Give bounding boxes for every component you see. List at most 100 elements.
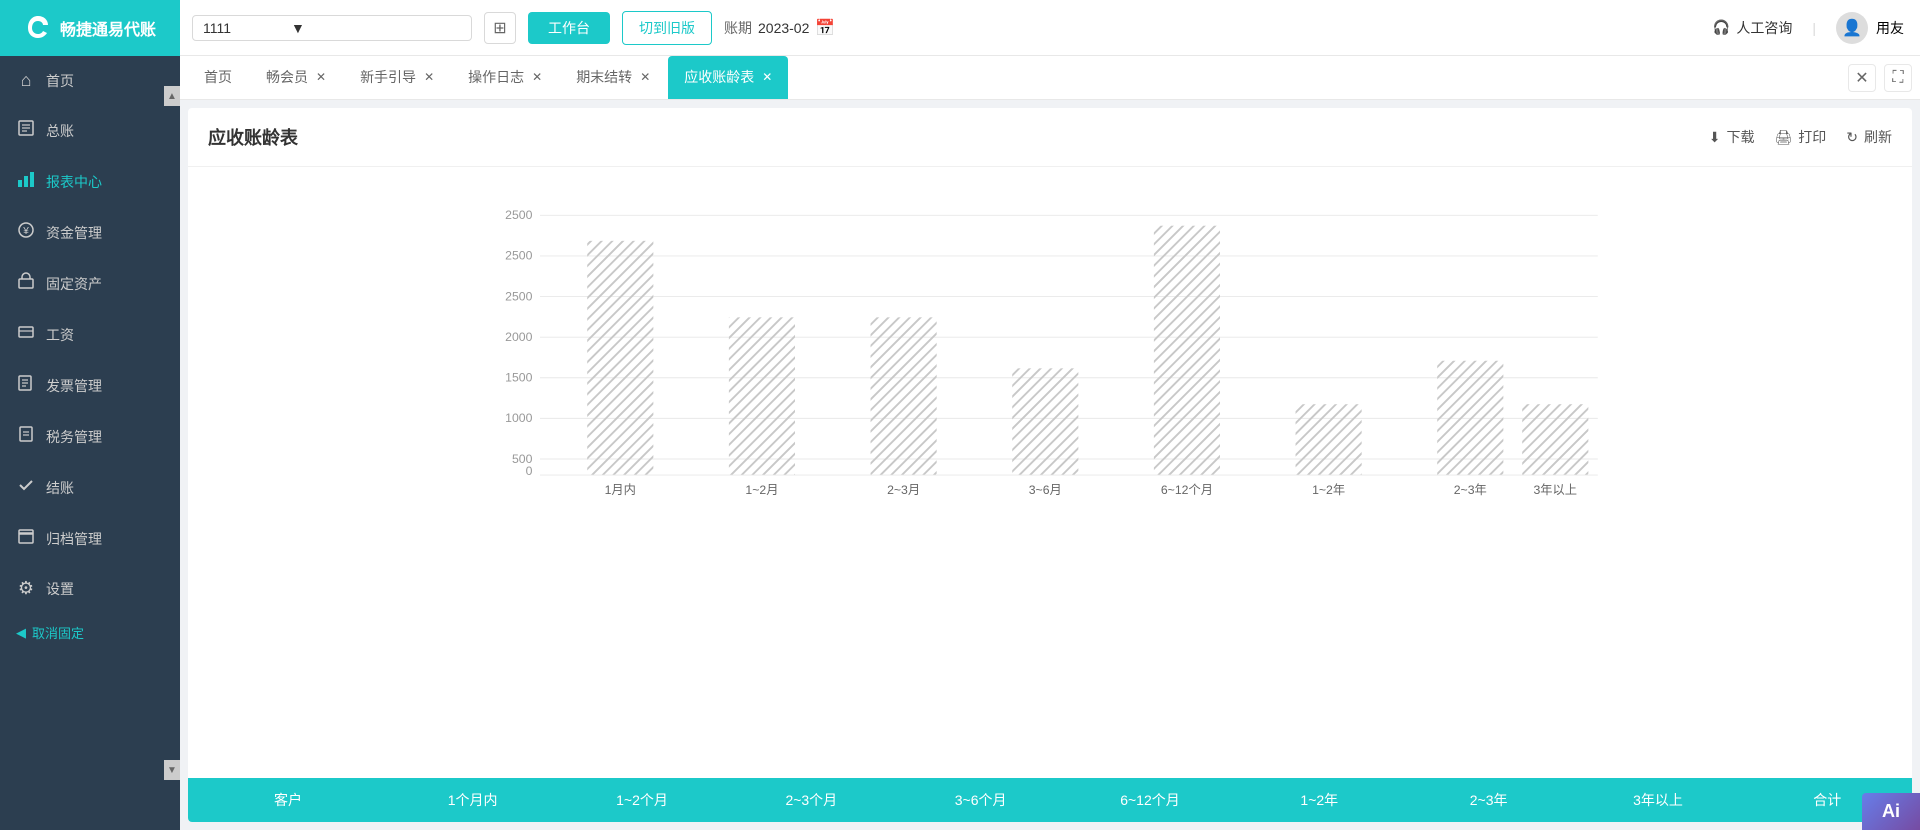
dropdown-arrow-icon: ▼: [291, 20, 305, 36]
sidebar-label-checkout: 结账: [46, 478, 148, 498]
tab-close-button[interactable]: ✕: [1848, 64, 1876, 92]
tab-guide-label: 新手引导: [360, 67, 416, 87]
salary-icon: [16, 323, 36, 346]
ledger-icon: [16, 119, 36, 142]
company-selector[interactable]: 1111 ▼: [192, 15, 472, 41]
svg-text:1~2年: 1~2年: [1312, 483, 1345, 497]
sidebar-item-assets[interactable]: 固定资产: [0, 258, 180, 309]
refresh-icon: ↻: [1846, 129, 1858, 146]
download-button[interactable]: ⬇ 下载: [1709, 127, 1755, 147]
ai-badge-label: Ai: [1882, 801, 1900, 821]
invoice-icon: [16, 374, 36, 397]
tab-home-label: 首页: [204, 67, 232, 87]
calendar-icon[interactable]: 📅: [815, 18, 835, 38]
sidebar-item-finance[interactable]: ¥ 资金管理: [0, 207, 180, 258]
cancel-fixed-button[interactable]: ◀ 取消固定: [0, 613, 180, 652]
sidebar-item-settings[interactable]: ⚙ 设置: [0, 564, 180, 613]
archive-icon: [16, 527, 36, 550]
tab-home[interactable]: 首页: [188, 56, 248, 99]
tab-period-end[interactable]: 期末结转 ✕: [560, 56, 666, 99]
tab-oplog[interactable]: 操作日志 ✕: [452, 56, 558, 99]
table-col-3y: 3年以上: [1573, 790, 1742, 810]
svg-text:3~6月: 3~6月: [1029, 483, 1062, 497]
tab-member[interactable]: 畅会员 ✕: [250, 56, 342, 99]
tab-oplog-close[interactable]: ✕: [532, 71, 542, 83]
svg-text:2500: 2500: [505, 249, 532, 263]
svg-text:2~3月: 2~3月: [887, 483, 920, 497]
tabs-actions: ✕ ⛶: [1848, 56, 1912, 99]
sidebar-scroll-up[interactable]: ▲: [164, 86, 180, 106]
refresh-button[interactable]: ↻ 刷新: [1846, 127, 1892, 147]
logo-text: 畅捷通易代账: [60, 16, 156, 40]
sidebar-scroll-down[interactable]: ▼: [164, 760, 180, 780]
sidebar-item-report[interactable]: 报表中心: [0, 156, 180, 207]
settings-icon: ⚙: [16, 578, 36, 599]
copy-button[interactable]: ⊞: [484, 12, 516, 44]
sidebar-item-tax[interactable]: 税务管理: [0, 411, 180, 462]
period-info: 账期 2023-02 📅: [724, 18, 835, 38]
sidebar-item-ledger[interactable]: 总账: [0, 105, 180, 156]
tab-member-label: 畅会员: [266, 67, 308, 87]
switch-old-button[interactable]: 切到旧版: [622, 11, 712, 45]
bar-chart: 2500 2500 2500 2000 1500 1000 500 0: [208, 187, 1892, 527]
headset-icon: 🎧: [1713, 19, 1730, 36]
sidebar-label-home: 首页: [46, 71, 148, 91]
consultation-button[interactable]: 🎧 人工咨询: [1713, 18, 1792, 38]
bar-1月内: [587, 241, 653, 475]
tab-aging-close[interactable]: ✕: [762, 71, 772, 83]
table-col-customer: 客户: [188, 790, 388, 810]
ai-badge[interactable]: Ai: [1862, 793, 1920, 830]
table-header: 客户 1个月内 1~2个月 2~3个月 3~6个月 6~12个月 1~2年 2~…: [188, 778, 1912, 822]
pin-icon: ◀: [16, 625, 26, 641]
tax-icon: [16, 425, 36, 448]
consultation-label: 人工咨询: [1736, 18, 1792, 38]
checkout-icon: [16, 476, 36, 499]
bar-2~3年: [1437, 361, 1503, 475]
download-icon: ⬇: [1709, 129, 1721, 146]
svg-text:2500: 2500: [505, 289, 532, 303]
top-header: 畅捷通易代账 1111 ▼ ⊞ 工作台 切到旧版 账期 2023-02 📅 🎧 …: [0, 0, 1920, 56]
svg-text:0: 0: [526, 464, 533, 478]
tab-member-close[interactable]: ✕: [316, 71, 326, 83]
cancel-fixed-label: 取消固定: [32, 623, 84, 642]
sidebar: ▲ ⌂ 首页 总账 报表中心 ¥ 资金管理 固定资产: [0, 56, 180, 830]
logo-icon: [24, 14, 52, 42]
sidebar-label-settings: 设置: [46, 579, 148, 599]
finance-icon: ¥: [16, 221, 36, 244]
table-col-2-3m: 2~3个月: [727, 790, 896, 810]
sidebar-item-archive[interactable]: 归档管理: [0, 513, 180, 564]
table-col-1m: 1个月内: [388, 790, 557, 810]
tab-guide[interactable]: 新手引导 ✕: [344, 56, 450, 99]
company-name: 1111: [203, 20, 231, 36]
home-icon: ⌂: [16, 70, 36, 91]
user-label: 用友: [1876, 18, 1904, 38]
sidebar-label-invoice: 发票管理: [46, 376, 148, 396]
print-label: 打印: [1798, 127, 1826, 147]
bar-1~2年: [1296, 404, 1362, 475]
period-value: 2023-02: [758, 20, 809, 36]
tab-guide-close[interactable]: ✕: [424, 71, 434, 83]
table-col-1-2m: 1~2个月: [557, 790, 726, 810]
table-col-6-12m: 6~12个月: [1065, 790, 1234, 810]
tabs-bar: 首页 畅会员 ✕ 新手引导 ✕ 操作日志 ✕ 期末结转 ✕ 应收账龄表 ✕: [180, 56, 1920, 100]
sidebar-item-home[interactable]: ⌂ 首页: [0, 56, 180, 105]
tab-expand-button[interactable]: ⛶: [1884, 64, 1912, 92]
table-col-1-2y: 1~2年: [1235, 790, 1404, 810]
sidebar-item-invoice[interactable]: 发票管理: [0, 360, 180, 411]
sidebar-label-ledger: 总账: [46, 121, 148, 141]
sidebar-label-assets: 固定资产: [46, 274, 148, 294]
assets-icon: [16, 272, 36, 295]
tab-aging[interactable]: 应收账龄表 ✕: [668, 56, 788, 99]
page-content: 应收账龄表 ⬇ 下载 🖨 打印 ↻ 刷新: [188, 108, 1912, 822]
table-col-3-6m: 3~6个月: [896, 790, 1065, 810]
download-label: 下载: [1726, 127, 1754, 147]
tab-period-end-close[interactable]: ✕: [640, 71, 650, 83]
sidebar-item-checkout[interactable]: 结账: [0, 462, 180, 513]
svg-text:1月内: 1月内: [605, 483, 636, 497]
workbench-button[interactable]: 工作台: [528, 12, 610, 44]
sidebar-item-salary[interactable]: 工资: [0, 309, 180, 360]
print-button[interactable]: 🖨 打印: [1774, 127, 1826, 147]
user-area[interactable]: 👤 用友: [1836, 12, 1904, 44]
chart-area: 2500 2500 2500 2000 1500 1000 500 0: [188, 167, 1912, 778]
sidebar-label-finance: 资金管理: [46, 223, 148, 243]
